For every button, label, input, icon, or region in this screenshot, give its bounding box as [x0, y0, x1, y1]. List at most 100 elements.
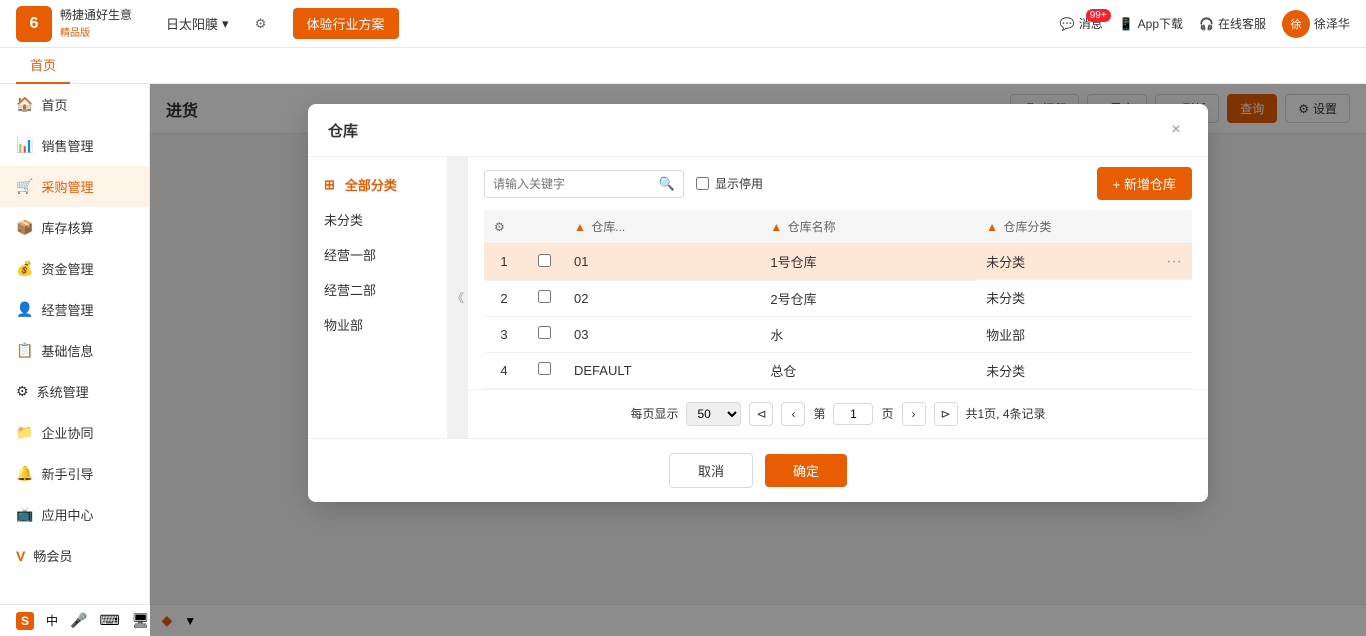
confirm-button[interactable]: 确定	[765, 454, 847, 487]
app-icon: 📱	[1119, 17, 1134, 31]
user-avatar: 徐	[1282, 10, 1310, 38]
row-num-3: 3	[484, 316, 524, 352]
logo-icon: 6	[16, 6, 52, 42]
page-last-btn[interactable]: ⊳	[934, 402, 958, 426]
th-code[interactable]: ▲ 仓库...	[564, 210, 760, 244]
category-all-label: 全部分类	[345, 175, 397, 194]
status-keyboard-icon[interactable]: ⌨	[99, 612, 119, 629]
sidebar-label-vip: 畅会员	[33, 546, 72, 565]
show-disabled-text: 显示停用	[715, 175, 763, 192]
home-icon: 🏠	[16, 96, 33, 113]
modal-footer: 取消 确定	[308, 438, 1208, 502]
sidebar-item-finance[interactable]: 💰 资金管理	[0, 248, 149, 289]
row-checkbox-4[interactable]	[524, 352, 564, 388]
category-ops1[interactable]: 经营一部	[308, 237, 447, 272]
table-row[interactable]: 1 01 1号仓库 未分类 ···	[484, 244, 1192, 281]
message-icon: 💬	[1060, 17, 1075, 31]
row-checkbox-1[interactable]	[524, 244, 564, 281]
sidebar-item-app-center[interactable]: 📺 应用中心	[0, 494, 149, 535]
status-zh-icon[interactable]: 中	[46, 612, 58, 629]
sidebar-item-purchase[interactable]: 🛒 采购管理	[0, 166, 149, 207]
vip-icon: V	[16, 548, 25, 564]
table-row[interactable]: 4 DEFAULT 总仓 未分类	[484, 352, 1192, 388]
show-disabled-label[interactable]: 显示停用	[696, 175, 763, 192]
row-code-3: 03	[564, 316, 760, 352]
category-property[interactable]: 物业部	[308, 307, 447, 342]
th-settings: ⚙	[484, 210, 524, 244]
modal-toolbar: 🔍 显示停用 + 新增仓库	[468, 157, 1208, 210]
cancel-button[interactable]: 取消	[669, 453, 753, 488]
status-s-icon: S	[16, 612, 34, 630]
status-mic-icon[interactable]: 🎤	[70, 612, 87, 629]
main-layout: 🏠 首页 📊 销售管理 🛒 采购管理 📦 库存核算 💰 资金管理 👤 经营管理 …	[0, 84, 1366, 636]
sidebar-item-newbie[interactable]: 🔔 新手引导	[0, 453, 149, 494]
sidebar-item-sales[interactable]: 📊 销售管理	[0, 125, 149, 166]
row-code-2: 02	[564, 280, 760, 316]
toolbar-left: 🔍 显示停用	[484, 170, 763, 198]
th-name-label: 仓库名称	[788, 220, 836, 234]
sidebar-label-newbie: 新手引导	[41, 464, 93, 483]
row-category-1: 未分类 ···	[976, 244, 1192, 280]
sidebar-label-sales: 销售管理	[41, 136, 93, 155]
base-info-icon: 📋	[16, 342, 33, 359]
row-category-2: 未分类	[976, 280, 1192, 316]
online-service-btn[interactable]: 🎧 在线客服	[1199, 15, 1266, 32]
page-label: 第	[813, 405, 825, 422]
th-category[interactable]: ▲ 仓库分类	[976, 210, 1192, 244]
row-category-4: 未分类	[976, 352, 1192, 388]
sidebar-item-enterprise[interactable]: 📁 企业协同	[0, 412, 149, 453]
total-info: 共1页, 4条记录	[966, 405, 1046, 422]
th-name[interactable]: ▲ 仓库名称	[760, 210, 976, 244]
modal-main-area: 🔍 显示停用 + 新增仓库	[468, 157, 1208, 438]
top-header: 6 畅捷通好生意 精品版 日太阳膜 ▾ ⚙ 体验行业方案 💬 消息 99+ 📱 …	[0, 0, 1366, 48]
sidebar-item-system[interactable]: ⚙ 系统管理	[0, 371, 149, 412]
sort-icon-code: ▲	[574, 220, 586, 234]
page-first-btn[interactable]: ⊲	[749, 402, 773, 426]
category-all-header[interactable]: ⊞ 全部分类	[308, 167, 447, 202]
th-checkbox	[524, 210, 564, 244]
per-page-select[interactable]: 50 100 200	[686, 402, 741, 426]
store-name: 日太阳膜	[166, 14, 218, 33]
row-checkbox-2[interactable]	[524, 280, 564, 316]
modal-title: 仓库	[328, 120, 358, 141]
page-input[interactable]	[833, 403, 873, 425]
sidebar-collapse-btn[interactable]: 《	[448, 157, 468, 438]
settings-icon-btn[interactable]: ⚙	[245, 8, 277, 40]
sidebar-item-home[interactable]: 🏠 首页	[0, 84, 149, 125]
row-action-1[interactable]: ···	[1166, 253, 1182, 271]
sidebar: 🏠 首页 📊 销售管理 🛒 采购管理 📦 库存核算 💰 资金管理 👤 经营管理 …	[0, 84, 150, 636]
user-area[interactable]: 徐 徐泽华	[1282, 10, 1350, 38]
warehouse-table: ⚙ ▲ 仓库... ▲ 仓库名称	[468, 210, 1208, 389]
status-monitor-icon[interactable]: 🖥	[132, 612, 150, 629]
sort-icon-name: ▲	[770, 220, 782, 234]
row-checkbox-3[interactable]	[524, 316, 564, 352]
collapse-icon: 《	[452, 289, 464, 306]
sidebar-item-inventory[interactable]: 📦 库存核算	[0, 207, 149, 248]
table-header-row: ⚙ ▲ 仓库... ▲ 仓库名称	[484, 210, 1192, 244]
sidebar-item-operations[interactable]: 👤 经营管理	[0, 289, 149, 330]
table-row[interactable]: 2 02 2号仓库 未分类	[484, 280, 1192, 316]
search-input[interactable]	[493, 177, 653, 191]
modal-close-btn[interactable]: ×	[1164, 118, 1188, 142]
add-warehouse-btn[interactable]: + 新增仓库	[1097, 167, 1192, 200]
sidebar-item-base-info[interactable]: 📋 基础信息	[0, 330, 149, 371]
sales-icon: 📊	[16, 137, 33, 154]
dropdown-icon: ▾	[222, 16, 229, 32]
page-next-btn[interactable]: ›	[902, 402, 926, 426]
tab-home[interactable]: 首页	[16, 48, 70, 84]
table-row[interactable]: 3 03 水 物业部	[484, 316, 1192, 352]
sidebar-item-vip[interactable]: V 畅会员	[0, 535, 149, 576]
category-ops2[interactable]: 经营二部	[308, 272, 447, 307]
newbie-icon: 🔔	[16, 465, 33, 482]
sidebar-label-system: 系统管理	[37, 382, 89, 401]
page-prev-btn[interactable]: ‹	[781, 402, 805, 426]
app-download-btn[interactable]: 📱 App下载	[1119, 15, 1183, 32]
store-selector[interactable]: 日太阳膜 ▾	[166, 14, 229, 33]
trial-button[interactable]: 体验行业方案	[293, 8, 399, 39]
category-ops2-label: 经营二部	[324, 283, 376, 298]
category-ops1-label: 经营一部	[324, 248, 376, 263]
modal-category-sidebar: ⊞ 全部分类 未分类 经营一部 经营二部 物业部	[308, 157, 448, 438]
message-btn[interactable]: 💬 消息 99+	[1060, 15, 1103, 32]
show-disabled-checkbox[interactable]	[696, 177, 709, 190]
category-unclassified[interactable]: 未分类	[308, 202, 447, 237]
